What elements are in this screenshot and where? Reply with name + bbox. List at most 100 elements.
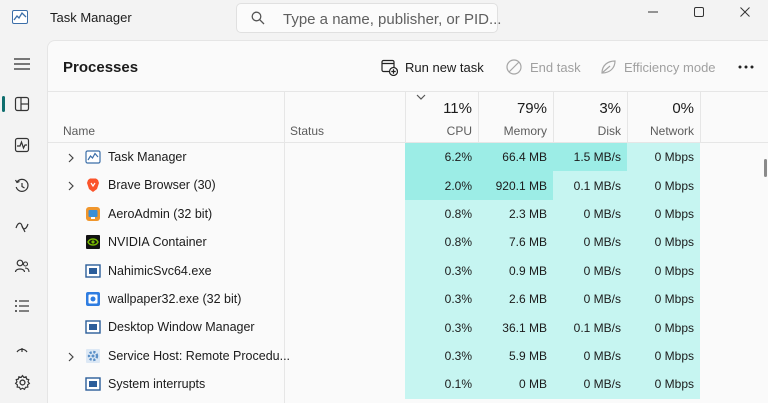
table-row[interactable]: NahimicSvc64.exe 0.3% 0.9 MB 0 MB/s 0 Mbps	[48, 256, 768, 285]
process-name-cell: Desktop Window Manager	[48, 313, 284, 341]
process-network: 0 Mbps	[627, 313, 700, 342]
process-disk: 1.5 MB/s	[553, 143, 627, 172]
process-network: 0 Mbps	[627, 143, 700, 172]
process-status	[285, 313, 405, 341]
process-name-cell: NVIDIA Container	[48, 228, 284, 256]
process-name-cell: AeroAdmin (32 bit)	[48, 200, 284, 228]
wallpaper-icon	[85, 291, 101, 307]
run-new-task-icon	[380, 58, 398, 76]
process-name: Task Manager	[108, 150, 187, 164]
nav-services[interactable]	[8, 332, 36, 360]
maximize-button[interactable]	[676, 0, 722, 24]
column-header-status[interactable]: Status	[284, 92, 405, 143]
column-header-cpu[interactable]: 11% CPU	[405, 92, 478, 143]
search-placeholder: Type a name, publisher, or PID...	[283, 11, 502, 28]
process-cpu: 0.3%	[405, 313, 478, 342]
process-cpu: 2.0%	[405, 171, 478, 200]
process-memory: 36.1 MB	[478, 313, 553, 342]
chevron-right-icon[interactable]	[66, 351, 76, 362]
brave-icon	[85, 177, 101, 193]
table-row[interactable]: wallpaper32.exe (32 bit) 0.3% 2.6 MB 0 MB/s…	[48, 285, 768, 314]
process-memory: 7.6 MB	[478, 228, 553, 257]
process-status	[285, 143, 405, 171]
nav-active-indicator	[2, 96, 5, 112]
column-header-disk[interactable]: 3% Disk	[553, 92, 627, 143]
process-status	[285, 285, 405, 313]
table-header: Name Status 11% CPU 79% Memory 3% Disk 0…	[48, 91, 768, 143]
efficiency-mode-button[interactable]: Efficiency mode	[599, 55, 716, 79]
search-input[interactable]: Type a name, publisher, or PID...	[236, 3, 502, 33]
process-disk: 0 MB/s	[553, 285, 627, 314]
end-task-button[interactable]: End task	[505, 55, 581, 79]
efficiency-mode-label: Efficiency mode	[624, 59, 716, 75]
column-header-memory[interactable]: 79% Memory	[478, 92, 553, 143]
process-name: Desktop Window Manager	[108, 320, 255, 335]
scrollbar-thumb[interactable]	[764, 159, 767, 177]
process-disk: 0 MB/s	[553, 199, 627, 229]
end-task-label: End task	[530, 59, 581, 75]
table-row[interactable]: Task Manager 6.2% 66.4 MB 1.5 MB/s 0 Mbps	[48, 143, 768, 172]
process-cpu: 0.3%	[405, 285, 478, 314]
nav-app-history[interactable]	[8, 172, 36, 200]
process-status	[285, 171, 405, 199]
process-cpu: 0.8%	[405, 228, 478, 257]
process-cpu: 0.8%	[405, 199, 478, 229]
cpu-total: 11%	[443, 100, 472, 117]
table-row[interactable]: Desktop Window Manager 0.3% 36.1 MB 0.1 MB/…	[48, 313, 768, 342]
process-network: 0 Mbps	[627, 228, 700, 257]
table-row[interactable]: NVIDIA Container 0.8% 7.6 MB 0 MB/s 0 Mbps	[48, 228, 768, 257]
title-bar: Task Manager Type a name, publisher, or …	[0, 0, 768, 38]
settings-icon	[14, 374, 30, 390]
nav-processes[interactable]	[8, 90, 36, 118]
nav-startup-apps[interactable]	[8, 212, 36, 240]
process-network: 0 Mbps	[627, 256, 700, 285]
run-new-task-button[interactable]: Run new task	[380, 55, 484, 79]
column-header-spacer	[700, 92, 768, 143]
process-cpu: 6.2%	[405, 143, 478, 172]
column-header-name[interactable]: Name	[48, 92, 284, 143]
nav-users[interactable]	[8, 252, 36, 280]
process-memory: 5.9 MB	[478, 341, 553, 371]
table-row[interactable]: AeroAdmin (32 bit) 0.8% 2.3 MB 0 MB/s 0 Mbps	[48, 199, 768, 229]
process-status	[285, 228, 405, 256]
nav-performance[interactable]	[8, 131, 36, 159]
hamburger-menu-button[interactable]	[8, 50, 36, 78]
service-host-icon	[85, 348, 101, 364]
process-name: wallpaper32.exe (32 bit)	[108, 292, 242, 306]
process-disk: 0.1 MB/s	[553, 171, 627, 200]
chevron-right-icon[interactable]	[66, 180, 76, 191]
process-disk: 0 MB/s	[553, 256, 627, 285]
processes-panel: Processes Run new task End task Efficien…	[47, 40, 768, 403]
minimize-button[interactable]	[630, 0, 676, 24]
nav-details[interactable]	[8, 292, 36, 320]
memory-total: 79%	[516, 100, 547, 117]
process-name-cell: Brave Browser (30)	[48, 171, 284, 199]
process-name-cell: System interrupts	[48, 370, 284, 398]
services-icon	[16, 348, 28, 353]
more-icon	[738, 65, 754, 69]
end-task-icon	[505, 58, 523, 76]
process-network: 0 Mbps	[627, 341, 700, 371]
app-history-icon	[14, 178, 29, 192]
more-options-button[interactable]	[734, 55, 758, 79]
process-status	[285, 342, 405, 370]
close-button[interactable]	[722, 0, 768, 24]
processes-icon	[14, 96, 30, 112]
aeroadmin-icon	[85, 206, 101, 222]
process-cpu: 0.1%	[405, 370, 478, 399]
column-header-network[interactable]: 0% Network	[627, 92, 700, 143]
startup-apps-icon	[15, 222, 29, 233]
nav-settings[interactable]	[8, 368, 36, 396]
table-row[interactable]: System interrupts 0.1% 0 MB 0 MB/s 0 Mbps	[48, 370, 768, 399]
table-row[interactable]: Service Host: Remote Procedu... 0.3% 5.9 M…	[48, 341, 768, 371]
process-name-cell: NahimicSvc64.exe	[48, 257, 284, 285]
window-title: Task Manager	[50, 10, 132, 25]
disk-total: 3%	[599, 100, 621, 117]
table-row[interactable]: Brave Browser (30) 2.0% 920.1 MB 0.1 MB/s 0 …	[48, 171, 768, 200]
hamburger-icon	[14, 58, 30, 70]
process-memory: 0 MB	[478, 370, 553, 399]
run-new-task-label: Run new task	[405, 59, 484, 75]
app-window-icon	[85, 319, 101, 335]
chevron-right-icon[interactable]	[66, 152, 76, 163]
process-memory: 2.6 MB	[478, 285, 553, 314]
